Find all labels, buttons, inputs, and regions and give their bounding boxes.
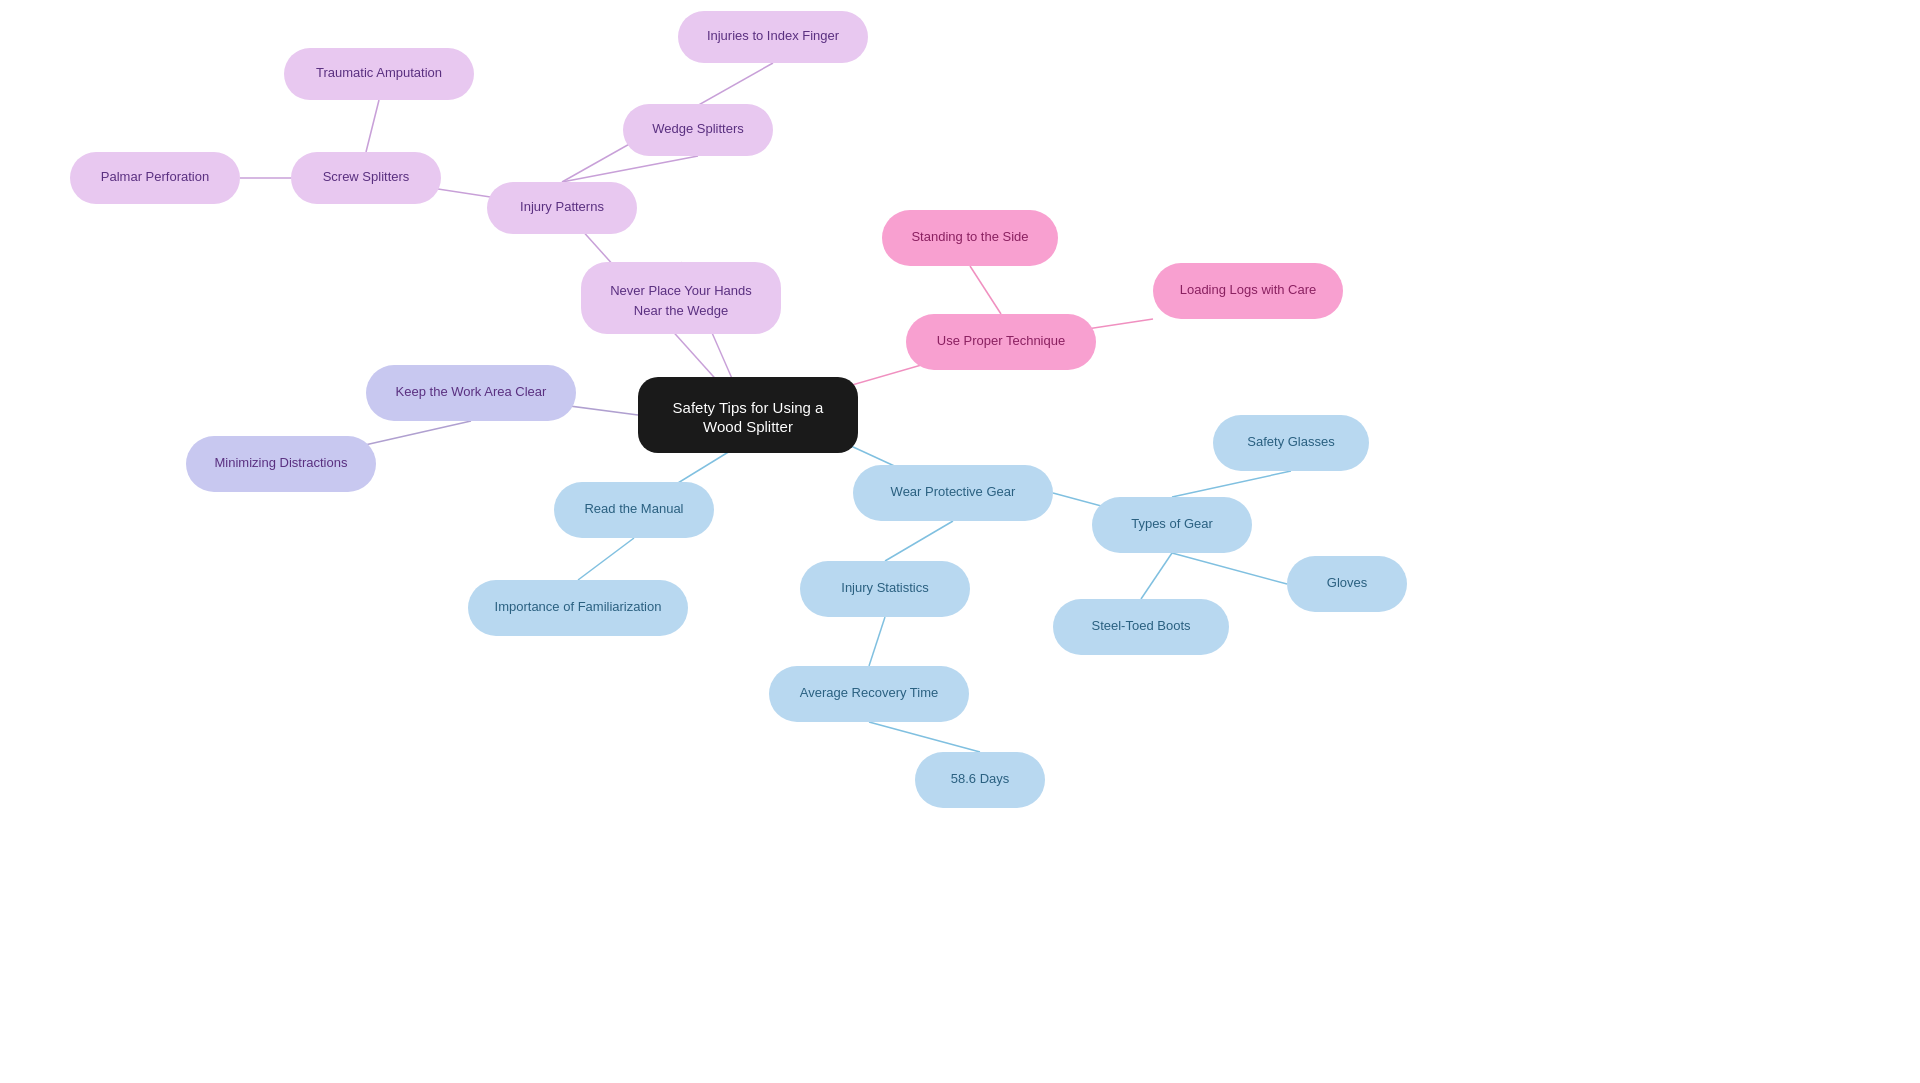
svg-text:Loading Logs with Care: Loading Logs with Care xyxy=(1180,282,1317,297)
svg-text:Never Place Your Hands: Never Place Your Hands xyxy=(610,283,752,298)
svg-text:58.6 Days: 58.6 Days xyxy=(951,771,1010,786)
svg-text:Minimizing Distractions: Minimizing Distractions xyxy=(215,455,348,470)
svg-text:Importance of Familiarization: Importance of Familiarization xyxy=(495,599,662,614)
svg-text:Injury Statistics: Injury Statistics xyxy=(841,580,929,595)
svg-text:Keep the Work Area Clear: Keep the Work Area Clear xyxy=(396,384,547,399)
svg-text:Gloves: Gloves xyxy=(1327,575,1368,590)
edge-avg-recovery-days xyxy=(869,722,980,752)
svg-text:Injury Patterns: Injury Patterns xyxy=(520,199,604,214)
node-steel-boots[interactable]: Steel-Toed Boots xyxy=(1053,599,1229,655)
svg-text:Traumatic Amputation: Traumatic Amputation xyxy=(316,65,442,80)
node-never-place[interactable]: Never Place Your Hands Near the Wedge xyxy=(581,262,781,334)
node-wear-protective[interactable]: Wear Protective Gear xyxy=(853,465,1053,521)
svg-text:Injuries to Index Finger: Injuries to Index Finger xyxy=(707,28,840,43)
svg-text:Safety Tips for Using a: Safety Tips for Using a xyxy=(673,399,825,416)
edge-screw-traumatic xyxy=(366,100,379,152)
node-types-gear[interactable]: Types of Gear xyxy=(1092,497,1252,553)
node-keep-clear[interactable]: Keep the Work Area Clear xyxy=(366,365,576,421)
node-importance[interactable]: Importance of Familiarization xyxy=(468,580,688,636)
edge-injury-stats-avg-recovery xyxy=(869,617,885,666)
node-injury-stats[interactable]: Injury Statistics xyxy=(800,561,970,617)
node-use-proper[interactable]: Use Proper Technique xyxy=(906,314,1096,370)
edge-wear-injury-stats xyxy=(885,521,953,561)
svg-text:Read the Manual: Read the Manual xyxy=(584,501,683,516)
node-traumatic-amp[interactable]: Traumatic Amputation xyxy=(284,48,474,100)
node-days[interactable]: 58.6 Days xyxy=(915,752,1045,808)
node-palmar-perf[interactable]: Palmar Perforation xyxy=(70,152,240,204)
mindmap-canvas: Safety Tips for Using a Wood Splitter In… xyxy=(0,0,1920,1083)
edge-types-gloves xyxy=(1172,553,1287,584)
node-read-manual[interactable]: Read the Manual xyxy=(554,482,714,538)
svg-text:Near the Wedge: Near the Wedge xyxy=(634,303,728,318)
svg-text:Screw Splitters: Screw Splitters xyxy=(323,169,410,184)
svg-text:Wedge Splitters: Wedge Splitters xyxy=(652,121,744,136)
node-injuries-index[interactable]: Injuries to Index Finger xyxy=(678,11,868,63)
edge-use-proper-standing xyxy=(970,266,1001,314)
node-injury-patterns[interactable]: Injury Patterns xyxy=(487,182,637,234)
edge-read-manual-importance xyxy=(578,538,634,580)
node-gloves[interactable]: Gloves xyxy=(1287,556,1407,612)
node-center[interactable]: Safety Tips for Using a Wood Splitter xyxy=(638,377,858,453)
svg-text:Average Recovery Time: Average Recovery Time xyxy=(800,685,939,700)
edge-types-steel-boots xyxy=(1141,553,1172,599)
node-safety-glasses[interactable]: Safety Glasses xyxy=(1213,415,1369,471)
node-avg-recovery[interactable]: Average Recovery Time xyxy=(769,666,969,722)
svg-text:Types of Gear: Types of Gear xyxy=(1131,516,1213,531)
svg-text:Standing to the Side: Standing to the Side xyxy=(911,229,1028,244)
node-wedge-splitters[interactable]: Wedge Splitters xyxy=(623,104,773,156)
svg-text:Wood Splitter: Wood Splitter xyxy=(703,418,793,435)
node-minimizing[interactable]: Minimizing Distractions xyxy=(186,436,376,492)
svg-text:Palmar Perforation: Palmar Perforation xyxy=(101,169,209,184)
edge-injury-wedge-splitters xyxy=(562,156,698,182)
svg-text:Wear Protective Gear: Wear Protective Gear xyxy=(891,484,1016,499)
node-screw-splitters[interactable]: Screw Splitters xyxy=(291,152,441,204)
svg-text:Steel-Toed Boots: Steel-Toed Boots xyxy=(1091,618,1191,633)
svg-text:Use Proper Technique: Use Proper Technique xyxy=(937,333,1065,348)
edge-types-safety-glasses xyxy=(1172,471,1291,497)
svg-text:Safety Glasses: Safety Glasses xyxy=(1247,434,1335,449)
node-standing-side[interactable]: Standing to the Side xyxy=(882,210,1058,266)
node-loading-logs[interactable]: Loading Logs with Care xyxy=(1153,263,1343,319)
